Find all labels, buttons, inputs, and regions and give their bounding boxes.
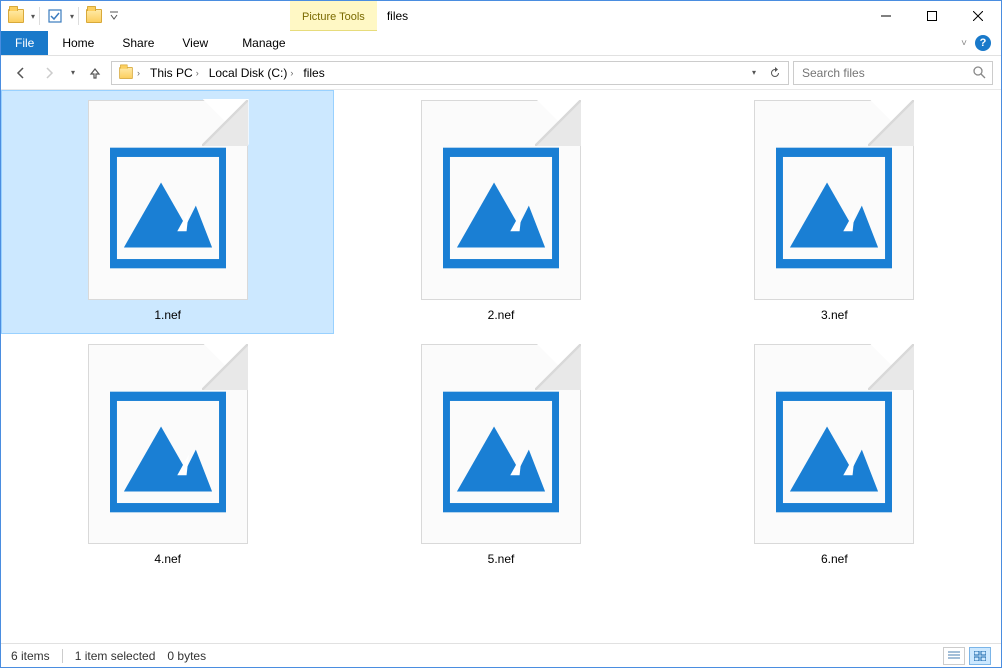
details-view-button[interactable] bbox=[943, 647, 965, 665]
tab-view[interactable]: View bbox=[168, 31, 222, 55]
address-bar[interactable]: › This PC› Local Disk (C:)› files ▾ bbox=[111, 61, 789, 85]
picture-icon bbox=[110, 390, 226, 514]
separator bbox=[62, 649, 63, 663]
qat-dropdown-icon[interactable]: ▾ bbox=[31, 12, 35, 21]
up-button[interactable] bbox=[83, 61, 107, 85]
minimize-button[interactable] bbox=[863, 1, 909, 31]
file-item[interactable]: 6.nef bbox=[668, 334, 1001, 578]
breadcrumb-drive[interactable]: Local Disk (C:)› bbox=[205, 62, 298, 84]
tab-home[interactable]: Home bbox=[48, 31, 108, 55]
status-bar: 6 items 1 item selected 0 bytes bbox=[1, 643, 1001, 667]
status-item-count: 6 items bbox=[11, 649, 50, 663]
ribbon-expand-icon[interactable]: ˅ bbox=[961, 38, 967, 49]
file-thumbnail bbox=[88, 344, 248, 544]
recent-dropdown-icon[interactable]: ▾ bbox=[65, 61, 79, 85]
qat-dropdown2-icon[interactable]: ▾ bbox=[70, 12, 74, 21]
qat-folder-icon[interactable] bbox=[5, 5, 27, 27]
file-pane[interactable]: 1.nef 2.nef 3.nef 4.nef 5.nef bbox=[1, 90, 1001, 643]
window-title: files bbox=[377, 1, 418, 31]
file-thumbnail bbox=[421, 344, 581, 544]
status-selected-count: 1 item selected bbox=[75, 649, 156, 663]
tab-share[interactable]: Share bbox=[108, 31, 168, 55]
tab-file[interactable]: File bbox=[1, 31, 48, 55]
contextual-tab-label: Picture Tools bbox=[302, 9, 365, 23]
refresh-button[interactable] bbox=[764, 62, 786, 84]
address-dropdown-icon[interactable]: ▾ bbox=[742, 62, 764, 84]
help-icon[interactable]: ? bbox=[975, 35, 991, 51]
search-box[interactable] bbox=[793, 61, 993, 85]
address-root-icon[interactable]: › bbox=[114, 62, 144, 84]
file-name: 5.nef bbox=[488, 552, 515, 566]
forward-button[interactable] bbox=[37, 61, 61, 85]
ribbon-tabs: File Home Share View Manage ˅ ? bbox=[1, 31, 1001, 56]
navigation-bar: ▾ › This PC› Local Disk (C:)› files ▾ bbox=[1, 56, 1001, 90]
search-icon bbox=[973, 66, 986, 79]
tab-manage[interactable]: Manage bbox=[228, 31, 299, 55]
separator bbox=[39, 7, 40, 25]
qat-newfolder-icon[interactable] bbox=[83, 5, 105, 27]
window-controls bbox=[863, 1, 1001, 31]
file-name: 6.nef bbox=[821, 552, 848, 566]
title-bar: ▾ ▾ Picture Tools files bbox=[1, 1, 1001, 31]
thumbnails-view-button[interactable] bbox=[969, 647, 991, 665]
search-input[interactable] bbox=[800, 65, 973, 81]
qat-customize-icon[interactable] bbox=[107, 5, 121, 27]
breadcrumb-folder[interactable]: files bbox=[299, 62, 328, 84]
maximize-button[interactable] bbox=[909, 1, 955, 31]
separator bbox=[78, 7, 79, 25]
picture-icon bbox=[776, 146, 892, 270]
quick-access-toolbar: ▾ ▾ bbox=[1, 1, 125, 31]
file-thumbnail bbox=[754, 100, 914, 300]
close-button[interactable] bbox=[955, 1, 1001, 31]
file-name: 3.nef bbox=[821, 308, 848, 322]
file-name: 2.nef bbox=[488, 308, 515, 322]
qat-properties-icon[interactable] bbox=[44, 5, 66, 27]
file-item[interactable]: 2.nef bbox=[334, 90, 667, 334]
file-item[interactable]: 1.nef bbox=[1, 90, 334, 334]
file-item[interactable]: 4.nef bbox=[1, 334, 334, 578]
back-button[interactable] bbox=[9, 61, 33, 85]
file-name: 4.nef bbox=[154, 552, 181, 566]
file-name: 1.nef bbox=[154, 308, 181, 322]
breadcrumb-thispc[interactable]: This PC› bbox=[146, 62, 203, 84]
file-thumbnail bbox=[88, 100, 248, 300]
picture-icon bbox=[776, 390, 892, 514]
file-thumbnail bbox=[421, 100, 581, 300]
picture-icon bbox=[443, 146, 559, 270]
file-item[interactable]: 3.nef bbox=[668, 90, 1001, 334]
status-size: 0 bytes bbox=[167, 649, 206, 663]
contextual-tab-header: Picture Tools bbox=[290, 1, 377, 31]
picture-icon bbox=[443, 390, 559, 514]
file-thumbnail bbox=[754, 344, 914, 544]
file-item[interactable]: 5.nef bbox=[334, 334, 667, 578]
picture-icon bbox=[110, 146, 226, 270]
